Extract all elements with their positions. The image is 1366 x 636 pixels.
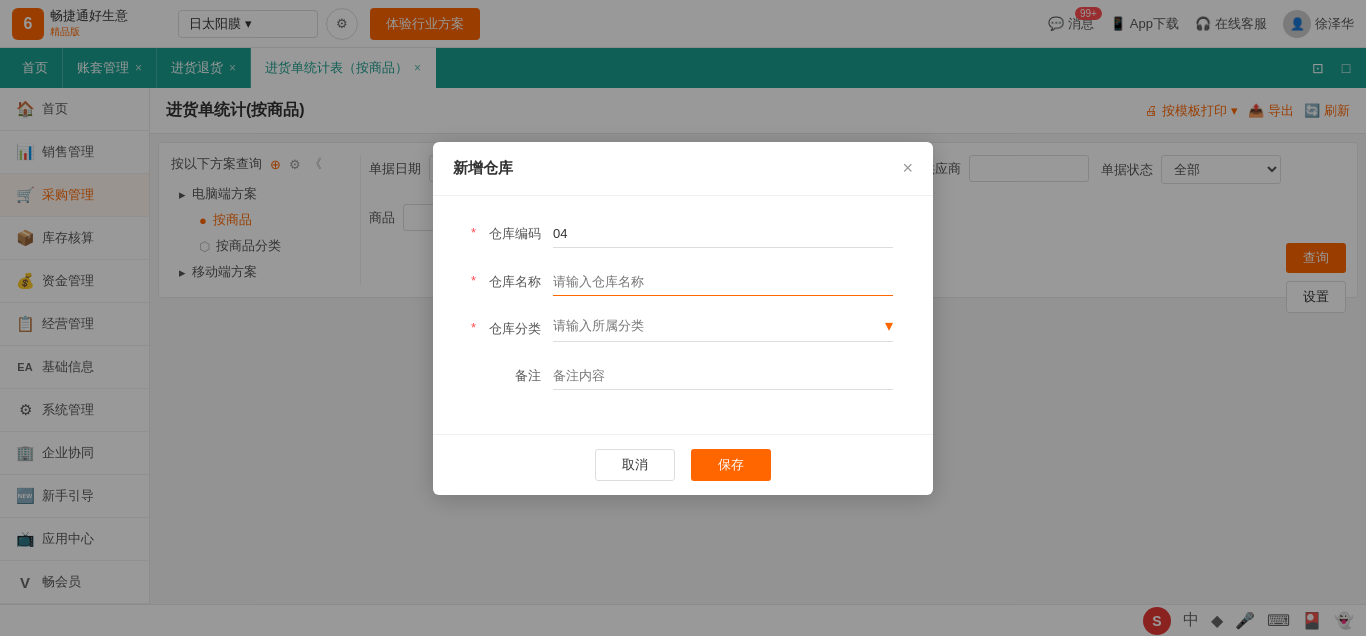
save-button[interactable]: 保存 xyxy=(691,449,771,481)
dialog-header: 新增仓库 × xyxy=(433,142,933,196)
cancel-button[interactable]: 取消 xyxy=(595,449,675,481)
warehouse-code-input[interactable] xyxy=(553,220,893,248)
form-row-notes: 备注 xyxy=(473,362,893,390)
dialog-footer: 取消 保存 xyxy=(433,434,933,495)
modal-overlay[interactable]: 新增仓库 × 仓库编码 仓库名称 仓库分类 ▾ xyxy=(0,0,1366,636)
new-warehouse-dialog: 新增仓库 × 仓库编码 仓库名称 仓库分类 ▾ xyxy=(433,142,933,495)
dialog-body: 仓库编码 仓库名称 仓库分类 ▾ 备注 xyxy=(433,196,933,434)
name-label: 仓库名称 xyxy=(473,273,553,291)
category-dropdown-icon[interactable]: ▾ xyxy=(885,316,893,335)
category-select-wrap: ▾ xyxy=(553,316,893,342)
category-input[interactable] xyxy=(553,318,885,333)
form-row-code: 仓库编码 xyxy=(473,220,893,248)
form-row-name: 仓库名称 xyxy=(473,268,893,296)
notes-input[interactable] xyxy=(553,362,893,390)
form-row-category: 仓库分类 ▾ xyxy=(473,316,893,342)
dialog-title: 新增仓库 xyxy=(453,159,513,178)
code-label: 仓库编码 xyxy=(473,225,553,243)
warehouse-name-input[interactable] xyxy=(553,268,893,296)
category-label: 仓库分类 xyxy=(473,320,553,338)
dialog-close-button[interactable]: × xyxy=(902,158,913,179)
notes-label: 备注 xyxy=(473,367,553,385)
